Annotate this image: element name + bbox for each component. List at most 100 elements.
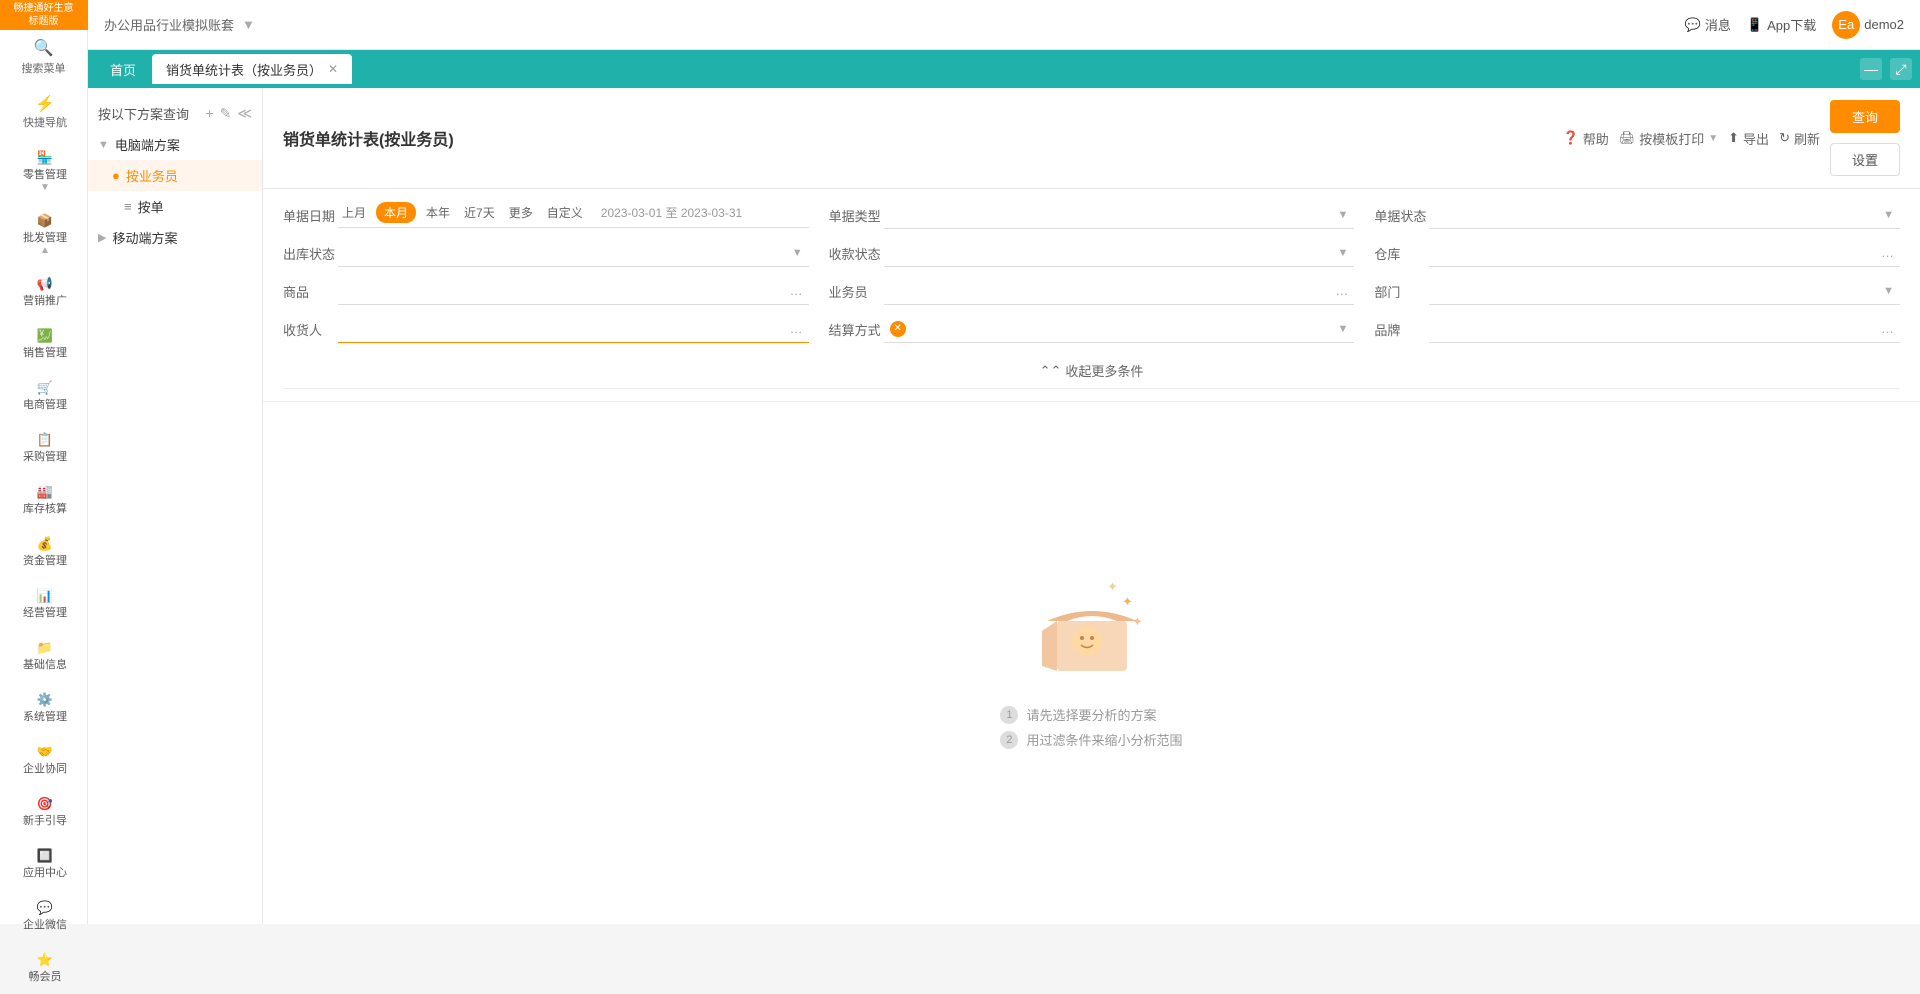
sidebar-item-ecommerce[interactable]: 🛒 电商管理 <box>0 370 88 422</box>
svg-text:✦: ✦ <box>1107 579 1118 594</box>
brand-control[interactable]: … <box>1429 315 1900 343</box>
date-tab-7days[interactable]: 近7天 <box>460 202 499 223</box>
outbound-label: 出库状态 <box>283 244 338 263</box>
sidebar-item-member[interactable]: ⭐ 畅会员 <box>0 942 88 994</box>
newbie-label: 新手引导 <box>23 812 67 828</box>
wechat-icon: 💬 <box>37 900 53 916</box>
sidebar-item-retail[interactable]: 🏪 零售管理 ▼ <box>0 140 88 203</box>
svg-text:✦: ✦ <box>1122 594 1133 609</box>
sidebar-item-enterprise[interactable]: 🤝 企业协同 <box>0 734 88 786</box>
date-tab-custom[interactable]: 自定义 <box>543 202 587 223</box>
settlement-clear-button[interactable]: ✕ <box>890 321 906 337</box>
sales-icon: 💹 <box>37 328 53 344</box>
tree-child-salesperson[interactable]: ● 按业务员 <box>88 160 262 191</box>
tree-section: ▼ 电脑端方案 ● 按业务员 ≡ 按单 ▶ 移动端方案 <box>88 129 262 253</box>
date-tab-this-year[interactable]: 本年 <box>422 202 454 223</box>
collapse-button[interactable]: ⌃⌃ 收起更多条件 <box>1040 361 1144 380</box>
date-tab-this-month[interactable]: 本月 <box>376 202 416 223</box>
sidebar-item-quick-nav[interactable]: ⚡ 快捷导航 <box>0 84 88 140</box>
sidebar-item-newbie[interactable]: 🎯 新手引导 <box>0 786 88 838</box>
edit-scheme-button[interactable]: ✎ <box>220 105 232 122</box>
template-print-button[interactable]: 🖨 按模板打印 ▼ <box>1619 100 1718 176</box>
sidebar-item-basic[interactable]: 📁 基础信息 <box>0 630 88 682</box>
refresh-button[interactable]: ↻ 刷新 <box>1779 100 1820 176</box>
add-scheme-button[interactable]: + <box>205 105 213 122</box>
ecommerce-label: 电商管理 <box>23 396 67 412</box>
settings-button[interactable]: 设置 <box>1830 143 1900 176</box>
sidebar-item-wholesale[interactable]: 📦 批发管理 ▲ <box>0 203 88 266</box>
tree-parent-mobile-label: 移动端方案 <box>112 228 177 247</box>
topbar-dropdown-icon[interactable]: ▼ <box>242 17 255 32</box>
sidebar-item-sales[interactable]: 💹 销售管理 <box>0 318 88 370</box>
payment-chevron-icon: ▼ <box>1337 247 1348 259</box>
doctype-control[interactable]: ▼ <box>884 201 1355 229</box>
docstatus-control[interactable]: ▼ <box>1429 201 1900 229</box>
username-label: demo2 <box>1864 17 1904 32</box>
collapse-up-icon: ⌃⌃ <box>1040 363 1062 379</box>
settlement-control[interactable]: ✕ ▼ <box>884 315 1355 343</box>
warehouse-dots-icon: … <box>1881 245 1894 260</box>
filter-outbound-item: 出库状态 ▼ <box>283 239 809 267</box>
tree-parent-desktop[interactable]: ▼ 电脑端方案 <box>88 129 262 160</box>
date-tab-more[interactable]: 更多 <box>505 202 537 223</box>
receiver-control[interactable]: … <box>338 315 809 343</box>
user-menu[interactable]: Ea demo2 <box>1832 11 1904 39</box>
date-range-label: 2023-03-01 至 2023-03-31 <box>601 204 742 221</box>
app-logo[interactable]: 畅捷通好生意 标题版 <box>0 0 88 30</box>
doctype-chevron-icon: ▼ <box>1337 209 1348 221</box>
quick-nav-icon: ⚡ <box>35 94 55 114</box>
date-label: 单据日期 <box>283 206 338 225</box>
salesperson-control[interactable]: … <box>884 277 1355 305</box>
template-print-label: 按模板打印 <box>1639 129 1704 148</box>
enterprise-label: 企业协同 <box>23 760 67 776</box>
app-download-button[interactable]: 📱 App下载 <box>1747 15 1816 34</box>
date-tab-last-month[interactable]: 上月 <box>338 202 370 223</box>
docstatus-label: 单据状态 <box>1374 206 1429 225</box>
goods-control[interactable]: … <box>338 277 809 305</box>
sidebar-item-operations[interactable]: 📊 经营管理 <box>0 578 88 630</box>
tab-home[interactable]: 首页 <box>96 54 150 84</box>
step-1-text: 请先选择要分析的方案 <box>1026 705 1156 724</box>
main-content: 销货单统计表(按业务员) ❓ 帮助 🖨 按模板打印 ▼ ⬆ 导出 <box>263 88 1920 924</box>
avatar: Ea <box>1832 11 1860 39</box>
sidebar-item-wechat[interactable]: 💬 企业微信 <box>0 890 88 942</box>
topbar: 办公用品行业模拟账套 ▼ 💬 消息 📱 App下载 Ea demo2 <box>88 0 1920 50</box>
empty-state: ✦ ✦ ✦ 1 请先选择要分析的方案 <box>263 402 1920 924</box>
sidebar: 畅捷通好生意 标题版 🔍 搜索菜单 ⚡ 快捷导航 🏪 零售管理 ▼ 📦 批发管理… <box>0 0 88 924</box>
tab-close-button[interactable]: ✕ <box>328 62 338 76</box>
search-menu-item[interactable]: 🔍 搜索菜单 <box>0 30 88 84</box>
tab-sales-stat[interactable]: 销货单统计表（按业务员） ✕ <box>152 54 352 84</box>
sidebar-item-apps[interactable]: 🔲 应用中心 <box>0 838 88 890</box>
query-button[interactable]: 查询 <box>1830 100 1900 133</box>
tree-child-order[interactable]: ≡ 按单 <box>88 191 262 222</box>
tab-maximize-button[interactable]: ⤢ <box>1890 58 1912 80</box>
tree-child-order-label: 按单 <box>138 197 164 216</box>
left-panel-icons: + ✎ ≪ <box>205 105 252 122</box>
salesperson-dots-icon: … <box>1335 283 1348 298</box>
sidebar-item-finance[interactable]: 💰 资金管理 <box>0 526 88 578</box>
sidebar-item-marketing[interactable]: 📢 营销推广 <box>0 266 88 318</box>
sidebar-item-purchase[interactable]: 📋 采购管理 <box>0 422 88 474</box>
newbie-icon: 🎯 <box>37 796 53 812</box>
date-control: 上月 本月 本年 近7天 更多 自定义 2023-03-01 至 2023-03… <box>338 202 809 228</box>
help-button[interactable]: ❓ 帮助 <box>1563 100 1609 176</box>
tree-parent-mobile[interactable]: ▶ 移动端方案 <box>88 222 262 253</box>
purchase-label: 采购管理 <box>23 448 67 464</box>
export-button[interactable]: ⬆ 导出 <box>1728 100 1769 176</box>
goods-label: 商品 <box>283 282 338 301</box>
collapse-panel-button[interactable]: ≪ <box>237 105 252 122</box>
warehouse-control[interactable]: … <box>1429 239 1900 267</box>
topbar-right: 💬 消息 📱 App下载 Ea demo2 <box>1685 11 1904 39</box>
sidebar-item-system[interactable]: ⚙️ 系统管理 <box>0 682 88 734</box>
sidebar-item-inventory[interactable]: 🏭 库存核算 <box>0 474 88 526</box>
export-label: 导出 <box>1743 129 1769 148</box>
department-control[interactable]: ▼ <box>1429 277 1900 305</box>
docstatus-chevron-icon: ▼ <box>1883 209 1894 221</box>
filter-row-4: 收货人 … 结算方式 ✕ ▼ <box>283 315 1900 343</box>
tab-minimize-button[interactable]: — <box>1860 58 1882 80</box>
payment-control[interactable]: ▼ <box>884 239 1355 267</box>
outbound-control[interactable]: ▼ <box>338 239 809 267</box>
messages-button[interactable]: 💬 消息 <box>1685 15 1731 34</box>
active-scheme-icon: ● <box>112 168 120 183</box>
ecommerce-icon: 🛒 <box>37 380 53 396</box>
